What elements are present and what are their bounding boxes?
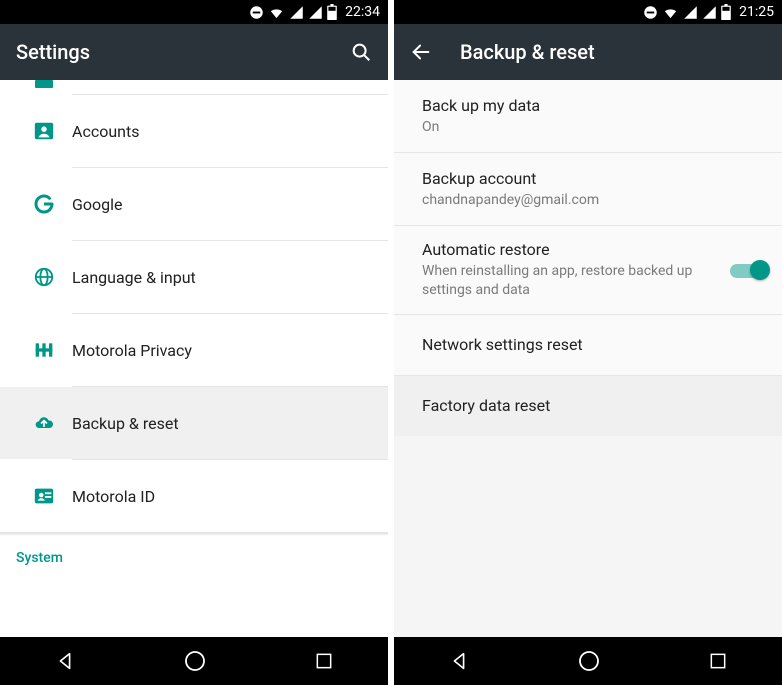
nav-home-icon[interactable] (577, 649, 601, 673)
row-factory-reset[interactable]: Factory data reset (394, 376, 782, 436)
nav-recent-icon[interactable] (708, 651, 728, 671)
wifi-icon (268, 5, 285, 20)
item-label: Motorola Privacy (72, 341, 372, 360)
row-backup-data[interactable]: Back up my data On (394, 80, 782, 152)
signal-icon (683, 5, 698, 20)
dnd-icon (249, 5, 264, 20)
nav-bar (0, 637, 388, 685)
dnd-icon (643, 5, 658, 20)
nav-bar (394, 637, 782, 685)
nav-recent-icon[interactable] (314, 651, 334, 671)
backup-icon (16, 413, 72, 433)
row-subtitle: On (422, 118, 766, 137)
list-item-google[interactable]: Google (0, 168, 388, 240)
row-title: Automatic restore (422, 240, 720, 259)
item-label: Accounts (72, 122, 372, 141)
list-item-language[interactable]: Language & input (0, 241, 388, 313)
google-icon (16, 192, 72, 216)
list-item-backup-reset[interactable]: Backup & reset (0, 387, 388, 459)
list-item-accounts[interactable]: Accounts (0, 95, 388, 167)
nav-home-icon[interactable] (183, 649, 207, 673)
battery-icon (721, 4, 731, 20)
id-icon (16, 485, 72, 507)
status-bar: 21:25 (394, 0, 782, 24)
row-backup-account[interactable]: Backup account chandnapandey@gmail.com (394, 153, 782, 225)
search-icon[interactable] (350, 41, 372, 63)
signal-icon-2 (308, 5, 323, 20)
list-item-peek[interactable] (0, 80, 388, 94)
item-label: Backup & reset (72, 414, 372, 433)
settings-list: Accounts Google Language & input Motorol… (0, 80, 388, 637)
nav-back-icon[interactable] (448, 650, 470, 672)
list-item-privacy[interactable]: Motorola Privacy (0, 314, 388, 386)
battery-icon (327, 4, 337, 20)
row-title: Backup account (422, 169, 766, 188)
row-subtitle: chandnapandey@gmail.com (422, 191, 766, 210)
page-title: Settings (16, 40, 322, 64)
item-label: Language & input (72, 268, 372, 287)
signal-icon (289, 5, 304, 20)
row-subtitle: When reinstalling an app, restore backed… (422, 262, 720, 300)
signal-icon-2 (702, 5, 717, 20)
status-bar: 22:34 (0, 0, 388, 24)
row-network-reset[interactable]: Network settings reset (394, 315, 782, 375)
item-label: Google (72, 195, 372, 214)
row-auto-restore[interactable]: Automatic restore When reinstalling an a… (394, 226, 782, 314)
backup-list: Back up my data On Backup account chandn… (394, 80, 782, 637)
nav-back-icon[interactable] (54, 650, 76, 672)
auto-restore-toggle[interactable] (730, 260, 766, 280)
wifi-icon (662, 5, 679, 20)
page-title: Backup & reset (460, 40, 766, 64)
accounts-icon (16, 120, 72, 142)
list-item-motorola-id[interactable]: Motorola ID (0, 460, 388, 532)
status-time: 21:25 (739, 4, 774, 20)
app-bar: Backup & reset (394, 24, 782, 80)
back-arrow-icon[interactable] (410, 41, 432, 63)
row-title: Network settings reset (422, 335, 766, 354)
app-bar: Settings (0, 24, 388, 80)
section-system: System (0, 536, 388, 574)
status-time: 22:34 (345, 4, 380, 20)
row-title: Factory data reset (422, 396, 766, 415)
phone-backup-reset: 21:25 Backup & reset Back up my data On … (394, 0, 782, 685)
item-label: Motorola ID (72, 487, 372, 506)
privacy-icon (16, 340, 72, 360)
phone-settings: 22:34 Settings Accounts Google (0, 0, 388, 685)
row-title: Back up my data (422, 96, 766, 115)
globe-icon (16, 266, 72, 288)
